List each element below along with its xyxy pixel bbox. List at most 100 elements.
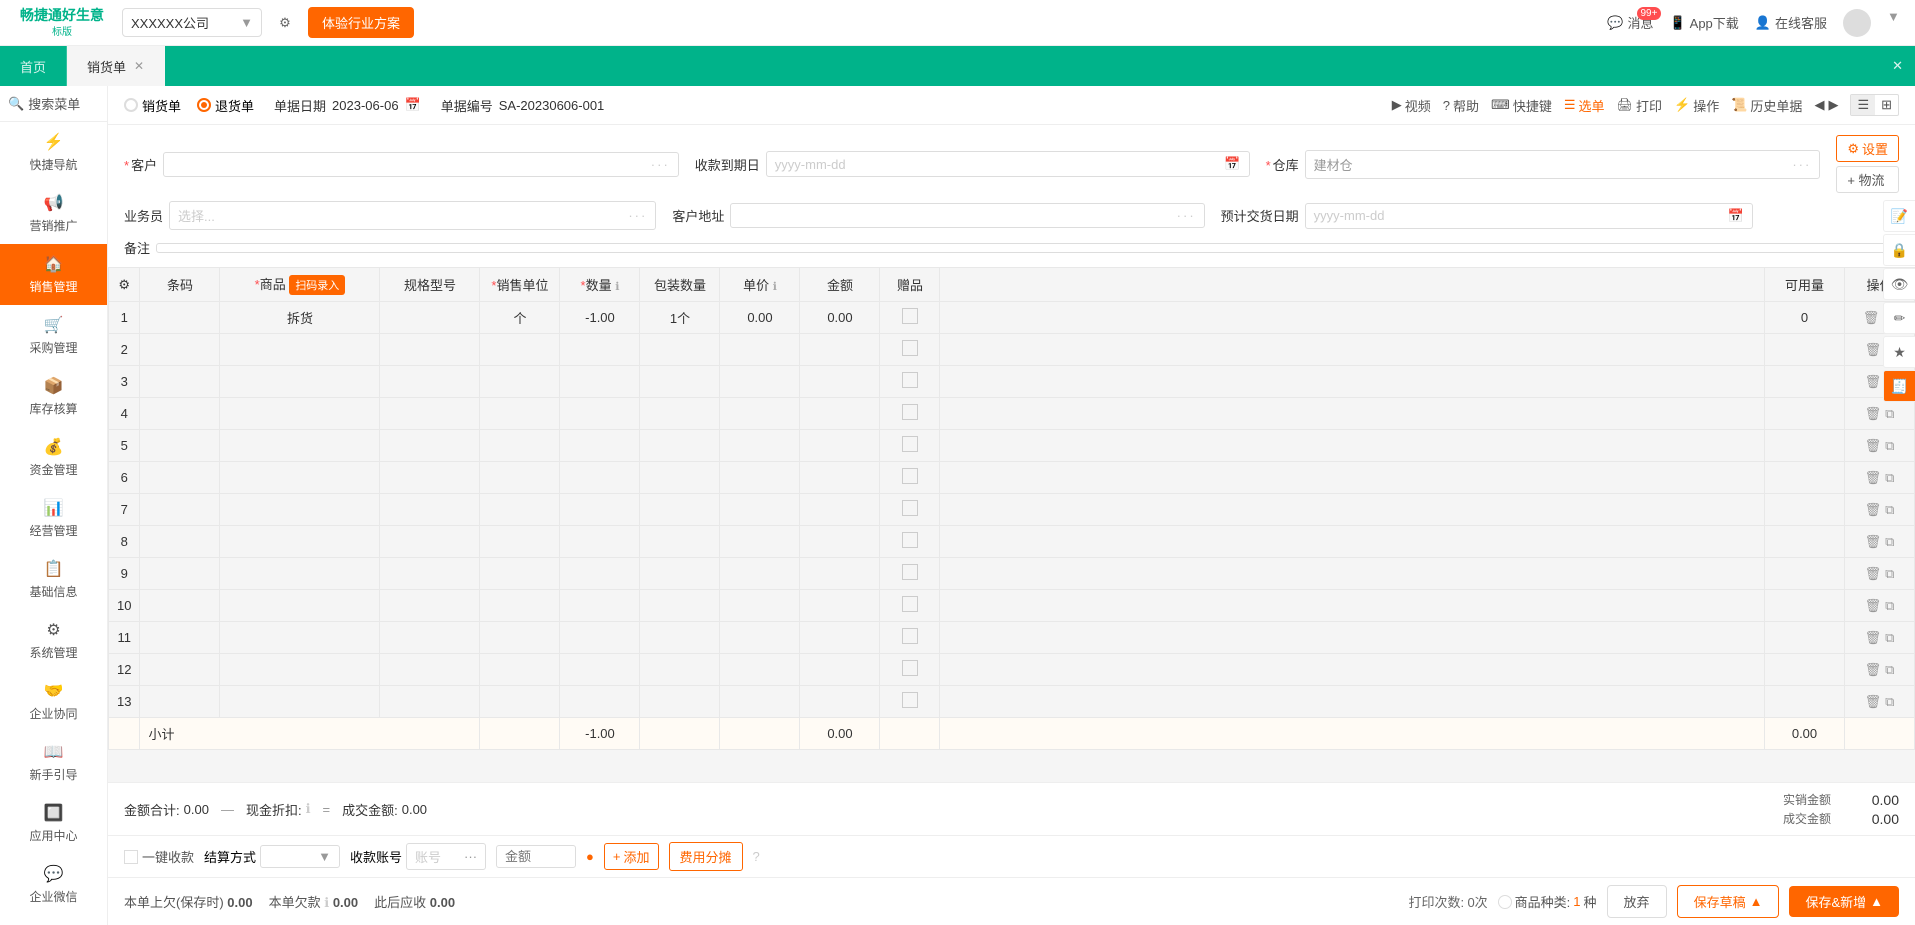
copy-icon[interactable]: ⧉ [1885, 502, 1894, 517]
delete-icon[interactable]: 🗑 [1865, 438, 1882, 453]
copy-icon[interactable]: ⧉ [1885, 662, 1894, 677]
delete-icon[interactable]: 🗑 [1865, 630, 1882, 645]
copy-icon[interactable]: ⧉ [1885, 406, 1894, 421]
copy-icon[interactable]: ⧉ [1885, 534, 1894, 549]
app-download-button[interactable]: 📱 App下载 [1669, 13, 1738, 32]
delete-icon[interactable]: 🗑 [1865, 534, 1882, 549]
sidebar-item-newbie[interactable]: 📖 新手引导 [0, 732, 107, 793]
product-type-radio[interactable] [1498, 895, 1512, 909]
sidebar-item-operations[interactable]: 📊 经营管理 [0, 488, 107, 549]
delete-icon[interactable]: 🗑 [1865, 342, 1882, 357]
select-btn[interactable]: ☰ 选单 [1564, 96, 1605, 115]
note-input[interactable] [156, 243, 1899, 253]
scan-button[interactable]: 扫码录入 [289, 275, 345, 295]
row-barcode[interactable] [140, 302, 220, 334]
message-button[interactable]: 💬 消息 99+ [1607, 13, 1653, 32]
save-draft-button[interactable]: 保存草稿 ▲ [1677, 885, 1780, 918]
calc-method-dropdown[interactable]: ▼ [260, 845, 340, 868]
online-service-button[interactable]: 👤 在线客服 [1755, 13, 1827, 32]
account-dropdown[interactable]: 账号 ··· [406, 843, 486, 870]
radio-return-order[interactable]: 退货单 [197, 96, 254, 115]
float-action-btn[interactable]: 🧾 [1883, 370, 1915, 402]
sidebar-item-marketing[interactable]: 📢 营销推广 [0, 183, 107, 244]
delete-icon[interactable]: 🗑 [1865, 374, 1882, 389]
close-all-tabs[interactable]: ✕ [1880, 46, 1915, 86]
one-click-pay[interactable]: 一键收款 [124, 847, 194, 866]
expected-date-input[interactable]: yyyy-mm-dd 📅 [1305, 203, 1753, 229]
delete-icon[interactable]: 🗑 [1865, 694, 1882, 709]
expense-split-button[interactable]: 费用分摊 [669, 842, 743, 871]
abandon-button[interactable]: 放弃 [1607, 885, 1667, 918]
gear-icon[interactable]: ⚙ [270, 8, 300, 38]
gift-checkbox[interactable] [902, 660, 918, 676]
sidebar-item-quick-nav[interactable]: ⚡ 快捷导航 [0, 122, 107, 183]
avatar[interactable] [1843, 9, 1871, 37]
gift-checkbox[interactable] [902, 500, 918, 516]
add-payment-button[interactable]: + 添加 [604, 843, 659, 870]
float-note-btn[interactable]: 📝 [1883, 200, 1915, 232]
gift-checkbox[interactable] [902, 308, 918, 324]
row-qty[interactable]: -1.00 [560, 302, 640, 334]
sidebar-search[interactable]: 🔍 搜索菜单 [0, 86, 107, 122]
trial-button[interactable]: 体验行业方案 [308, 7, 414, 38]
tab-home[interactable]: 首页 [0, 46, 67, 86]
delete-icon[interactable]: 🗑 [1865, 662, 1882, 677]
next-icon[interactable]: ▶ [1828, 97, 1838, 113]
delete-icon[interactable]: 🗑 [1865, 470, 1882, 485]
row-spec[interactable] [380, 302, 480, 334]
copy-icon[interactable]: ⧉ [1885, 598, 1894, 613]
date-value[interactable]: 2023-06-06 [332, 98, 399, 113]
float-lock-btn[interactable]: 🔒 [1883, 234, 1915, 266]
print-btn[interactable]: 🖨 打印 [1617, 96, 1663, 115]
row-product[interactable]: 拆货 [220, 302, 380, 334]
sidebar-item-basics[interactable]: 📋 基础信息 [0, 549, 107, 610]
delete-icon[interactable]: 🗑 [1865, 566, 1882, 581]
due-date-input[interactable]: yyyy-mm-dd 📅 [766, 151, 1250, 177]
order-no-value[interactable]: SA-20230606-001 [499, 98, 605, 113]
company-selector[interactable]: XXXXXX公司 ▼ [122, 8, 262, 37]
float-edit-btn[interactable]: ✏ [1883, 302, 1915, 334]
video-btn[interactable]: ▶ 视频 [1392, 96, 1431, 115]
gift-checkbox[interactable] [902, 596, 918, 612]
gift-checkbox[interactable] [902, 372, 918, 388]
row-pkg-qty[interactable]: 1个 [640, 302, 720, 334]
gift-checkbox[interactable] [902, 468, 918, 484]
customer-input[interactable]: ··· [163, 152, 679, 177]
warehouse-input[interactable]: 建材仓 ··· [1305, 150, 1821, 179]
sidebar-item-purchase[interactable]: 🛒 采购管理 [0, 305, 107, 366]
payment-amount-input[interactable] [496, 845, 576, 868]
float-eye-btn[interactable]: 👁 [1883, 268, 1915, 300]
copy-icon[interactable]: ⧉ [1885, 694, 1894, 709]
gift-checkbox[interactable] [902, 404, 918, 420]
gift-checkbox[interactable] [902, 564, 918, 580]
history-btn[interactable]: 📜 历史单据 [1731, 96, 1802, 115]
gift-checkbox[interactable] [902, 340, 918, 356]
delete-icon[interactable]: 🗑 [1865, 406, 1882, 421]
prev-icon[interactable]: ◀ [1814, 97, 1824, 113]
salesperson-input[interactable]: 选择... ··· [169, 201, 656, 230]
pay-checkbox[interactable] [124, 850, 138, 864]
row-amount[interactable]: 0.00 [800, 302, 880, 334]
sidebar-item-enterprise[interactable]: 🤝 企业协同 [0, 671, 107, 732]
calendar-icon[interactable]: 📅 [405, 97, 421, 113]
copy-icon[interactable]: ⧉ [1885, 470, 1894, 485]
tab-close-icon[interactable]: ✕ [134, 59, 144, 73]
help-btn[interactable]: ? 帮助 [1443, 96, 1479, 115]
tab-sales-order[interactable]: 销货单 ✕ [67, 46, 165, 86]
sidebar-item-appstore[interactable]: 🔲 应用中心 [0, 793, 107, 854]
float-star-btn[interactable]: ★ [1883, 336, 1915, 368]
sidebar-item-system[interactable]: ⚙ 系统管理 [0, 610, 107, 671]
gift-checkbox[interactable] [902, 532, 918, 548]
discount-help-icon[interactable]: ℹ [306, 801, 311, 817]
delete-icon[interactable]: 🗑 [1865, 502, 1882, 517]
sidebar-item-wecom[interactable]: 💬 企业微信 [0, 854, 107, 915]
gift-checkbox[interactable] [902, 628, 918, 644]
avatar-arrow[interactable]: ▼ [1887, 9, 1903, 37]
list-view-btn[interactable]: ☰ [1851, 95, 1875, 115]
sidebar-item-vip[interactable]: ♛ 畅会员 [0, 915, 107, 925]
copy-icon[interactable]: ⧉ [1885, 438, 1894, 453]
gift-checkbox[interactable] [902, 692, 918, 708]
copy-icon[interactable]: ⧉ [1885, 630, 1894, 645]
col-settings[interactable]: ⚙ [109, 268, 140, 302]
delete-icon[interactable]: 🗑 [1865, 598, 1882, 613]
